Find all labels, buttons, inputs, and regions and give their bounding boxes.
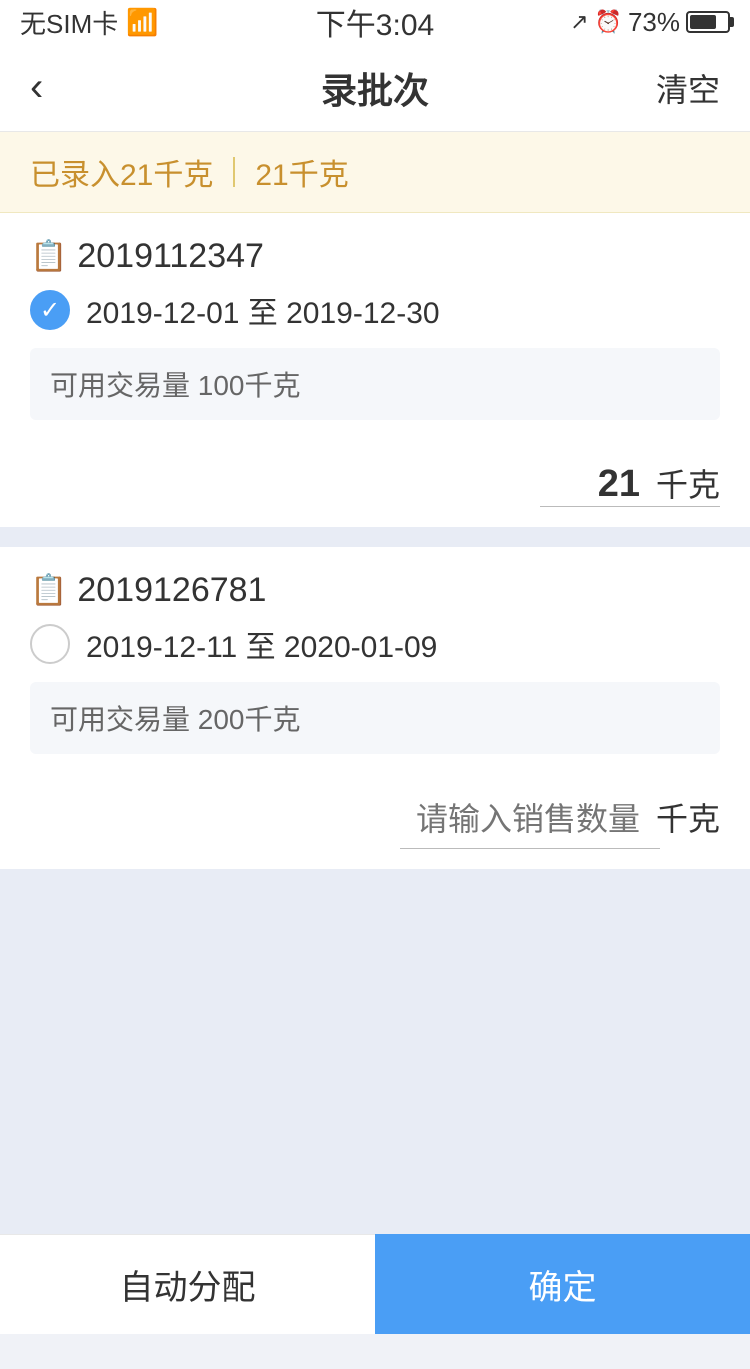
batch-2-icon: 📋: [30, 573, 67, 608]
batch-1-date: 2019-12-01 至 2019-12-30: [86, 288, 440, 332]
clear-button[interactable]: 清空: [656, 65, 720, 111]
location-icon: ↗: [570, 9, 588, 35]
batch-item-1[interactable]: 📋 2019112347 2019-12-01 至 2019-12-30 可用交…: [0, 213, 750, 444]
batch-1-quantity-unit: 千克: [656, 460, 720, 506]
batch-item-2[interactable]: 📋 2019126781 2019-12-11 至 2020-01-09 可用交…: [0, 547, 750, 778]
battery-percentage: 73%: [628, 7, 680, 38]
batch-2-id: 2019126781: [77, 571, 266, 610]
nav-bar: ‹ 录批次 清空: [0, 44, 750, 132]
entered-label: 已录入21千克: [30, 150, 213, 194]
bottom-bar: 自动分配 确定: [0, 1234, 750, 1334]
empty-area: [0, 869, 750, 1269]
info-banner: 已录入21千克 21千克: [0, 132, 750, 213]
batch-2-availability: 可用交易量 200千克: [30, 682, 720, 754]
batch-1-header: 📋 2019112347: [30, 237, 720, 276]
page-title: 录批次: [321, 62, 429, 114]
main-content: 已录入21千克 21千克 📋 2019112347 2019-12-01 至 2…: [0, 132, 750, 1369]
batch-2-input-line: 千克: [30, 794, 720, 840]
status-bar-right: ↗ ⏰ 73%: [570, 7, 730, 38]
batch-2-quantity-input[interactable]: [220, 801, 640, 838]
status-bar-time: 下午3:04: [316, 0, 434, 44]
batch-1-id: 2019112347: [77, 237, 264, 276]
battery-icon: [686, 11, 730, 33]
batch-1-date-row: 2019-12-01 至 2019-12-30: [30, 288, 720, 332]
batch-1-quantity-value: 21: [598, 463, 640, 506]
batch-1-quantity-underline: [540, 506, 720, 507]
batch-1-availability: 可用交易量 100千克: [30, 348, 720, 420]
banner-divider: [233, 157, 235, 187]
status-bar: 无SIM卡 📶 下午3:04 ↗ ⏰ 73%: [0, 0, 750, 44]
confirm-button[interactable]: 确定: [375, 1234, 750, 1334]
batch-2-unit: 千克: [656, 794, 720, 840]
sim-text: 无SIM卡: [20, 4, 118, 41]
batch-2-input-section: 千克: [0, 778, 750, 869]
status-bar-left: 无SIM卡 📶: [20, 4, 159, 41]
batch-2-header: 📋 2019126781: [30, 571, 720, 610]
batch-1-icon: 📋: [30, 239, 67, 274]
batch-2-radio[interactable]: [30, 624, 70, 664]
wifi-icon: 📶: [126, 7, 158, 38]
alarm-icon: ⏰: [595, 9, 622, 35]
section-separator: [0, 527, 750, 547]
batch-2-date: 2019-12-11 至 2020-01-09: [86, 622, 437, 666]
auto-distribute-button[interactable]: 自动分配: [0, 1234, 375, 1334]
total-label: 21千克: [255, 150, 348, 194]
back-button[interactable]: ‹: [30, 65, 90, 110]
batch-2-date-row: 2019-12-11 至 2020-01-09: [30, 622, 720, 666]
batch-1-quantity-wrapper: 21 千克: [0, 444, 750, 527]
batch-1-radio[interactable]: [30, 290, 70, 330]
batch-1-quantity-line: 21 千克: [598, 460, 720, 506]
batch-2-input-underline: [400, 848, 660, 849]
